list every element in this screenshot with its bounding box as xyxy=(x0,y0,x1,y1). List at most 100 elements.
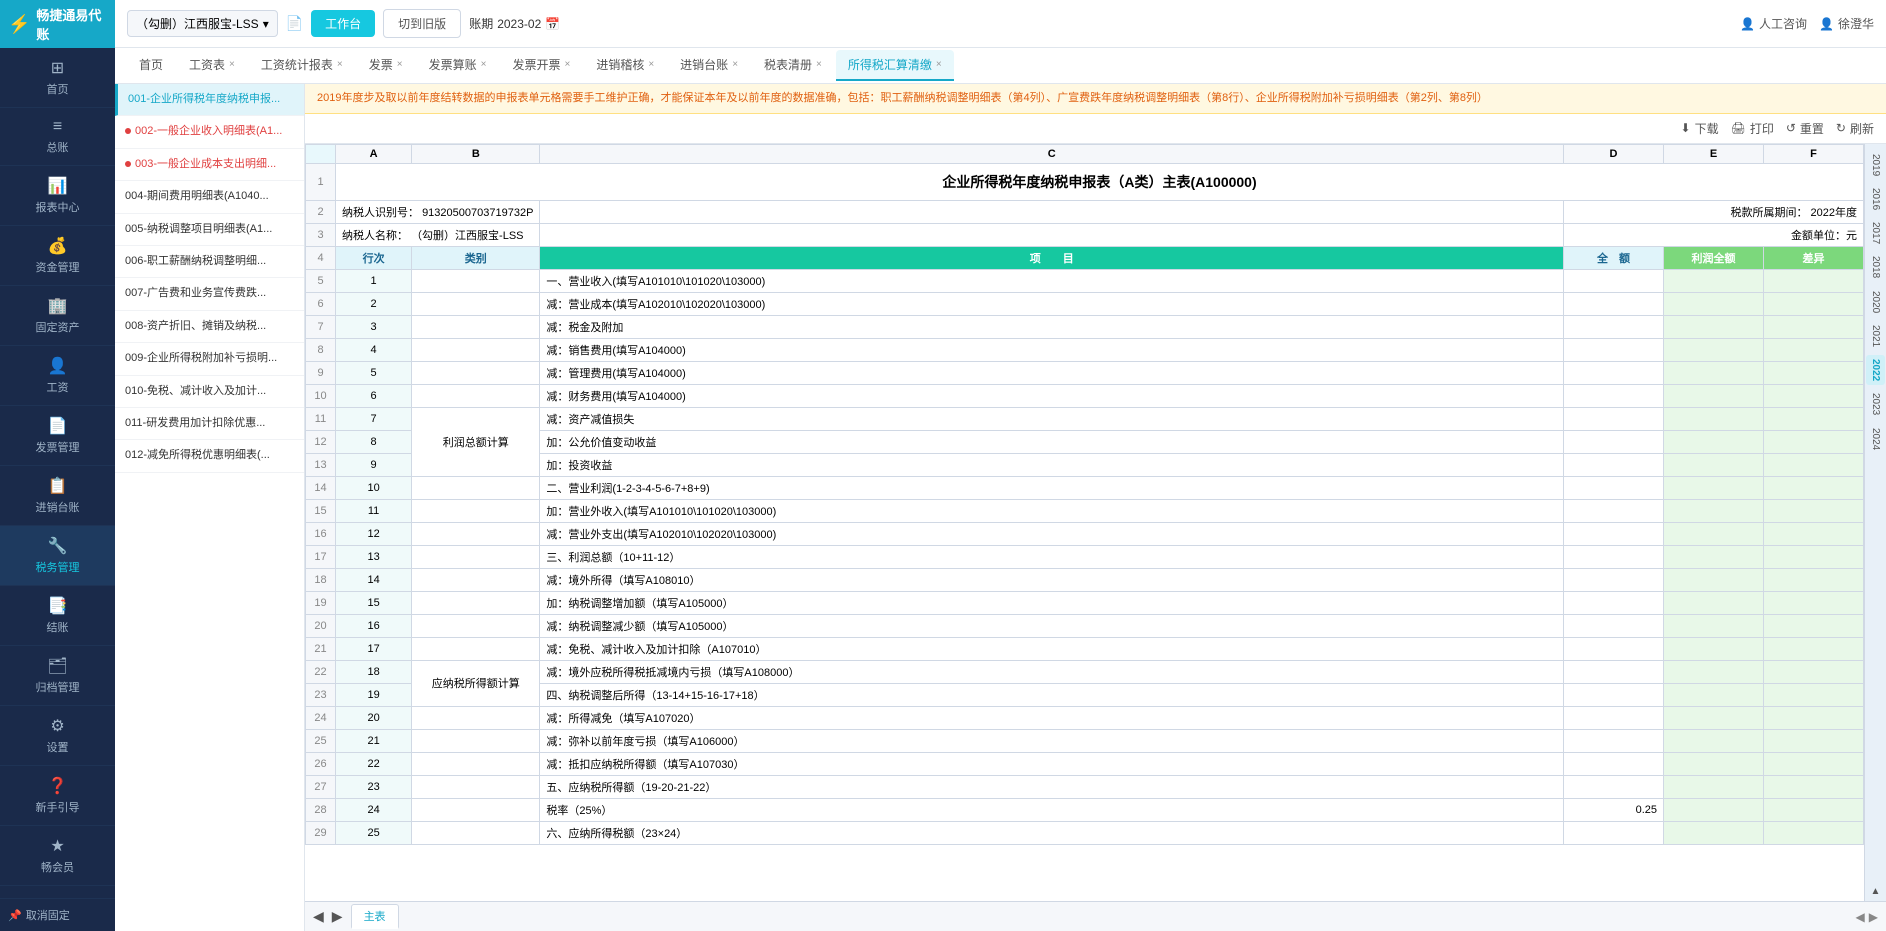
period-value-cell: 税款所属期间： 2022年度 xyxy=(1564,200,1864,223)
sheet-scroll-nav: ◀ ▶ xyxy=(1856,910,1878,924)
sidebar-pin-btn[interactable]: 📌 取消固定 xyxy=(0,898,115,931)
left-item-008[interactable]: 008-资产折旧、摊销及纳税... xyxy=(115,311,304,343)
left-item-005[interactable]: 005-纳税调整项目明细表(A1... xyxy=(115,214,304,246)
tab-invoice[interactable]: 发票× xyxy=(357,50,415,81)
sidebar-item-member[interactable]: ★ 畅会员 xyxy=(0,826,115,886)
sidebar-item-guide[interactable]: ❓ 新手引导 xyxy=(0,766,115,826)
app-logo: ⚡ 畅捷通易代账 xyxy=(0,0,115,48)
left-item-002[interactable]: 002-一般企业收入明细表(A1... xyxy=(115,116,304,148)
sidebar-item-close[interactable]: 📑 结账 xyxy=(0,586,115,646)
tab-ledger-close[interactable]: × xyxy=(732,59,738,70)
tab-income-tax[interactable]: 所得税汇算清缴 × xyxy=(836,50,954,81)
company-selector[interactable]: （勾删）江西服宝-LSS ▾ xyxy=(127,10,278,37)
tab-home[interactable]: 首页 xyxy=(127,50,175,81)
tab-invoice-open[interactable]: 发票开票× xyxy=(500,50,582,81)
tab-tax-list[interactable]: 税表清册× xyxy=(752,50,834,81)
user-profile-btn[interactable]: 👤 徐澄华 xyxy=(1819,15,1874,32)
refresh-btn[interactable]: ↻ 刷新 xyxy=(1836,120,1874,137)
tab-audit[interactable]: 进销稽核× xyxy=(584,50,666,81)
sidebar-item-home[interactable]: ⊞ 首页 xyxy=(0,48,115,108)
col-chay-header: 差异 xyxy=(1764,246,1864,269)
ledger-icon: ≡ xyxy=(53,118,62,136)
sidebar-item-assets[interactable]: 🏢 固定资产 xyxy=(0,286,115,346)
download-btn[interactable]: ⬇ 下载 xyxy=(1681,120,1719,137)
scroll-right-icon[interactable]: ▶ xyxy=(1869,910,1878,924)
table-row: 10 6 减：财务费用(填写A104000) xyxy=(306,384,1864,407)
workbench-button[interactable]: 工作台 xyxy=(311,10,375,37)
print-btn[interactable]: 🖨 打印 xyxy=(1731,120,1774,137)
company-name: （勾删）江西服宝-LSS xyxy=(136,15,259,32)
tab-payroll-stats[interactable]: 工资统计报表 × xyxy=(249,50,355,81)
sheet-nav-prev[interactable]: ◀ xyxy=(313,908,324,925)
left-item-004[interactable]: 004-期间费用明细表(A1040... xyxy=(115,181,304,213)
sheet-nav-next[interactable]: ▶ xyxy=(332,908,343,925)
period-label: 账期 2023-02 📅 xyxy=(469,15,560,32)
tab-label: 所得税汇算清缴 xyxy=(848,56,932,73)
tab-invoice-close[interactable]: × xyxy=(397,59,403,70)
main-content: 2019年度步及取以前年度结转数据的申报表单元格需要手工维护正确，才能保证本年及… xyxy=(305,84,1886,931)
tab-audit-close[interactable]: × xyxy=(648,59,654,70)
sidebar-item-settings[interactable]: ⚙ 设置 xyxy=(0,706,115,766)
left-item-007[interactable]: 007-广告费和业务宣传费跌... xyxy=(115,278,304,310)
sidebar-item-payroll[interactable]: 👤 工资 xyxy=(0,346,115,406)
tab-income-tax-close[interactable]: × xyxy=(936,59,942,70)
table-row: 28 24 税率（25%） 0.25 xyxy=(306,798,1864,821)
sidebar-item-ledger[interactable]: ≡ 总账 xyxy=(0,108,115,166)
scroll-left-icon[interactable]: ◀ xyxy=(1856,910,1865,924)
sidebar-item-purchases[interactable]: 📋 进销台账 xyxy=(0,466,115,526)
table-row: 27 23 五、应纳税所得额（19-20-21-22） xyxy=(306,775,1864,798)
ai-consult-btn[interactable]: 👤 人工咨询 xyxy=(1740,15,1807,32)
sidebar-item-tax[interactable]: 🔧 税务管理 xyxy=(0,526,115,586)
table-row: 1 企业所得税年度纳税申报表（A类）主表(A100000) xyxy=(306,163,1864,200)
table-row: 5 1 一、营业收入(填写A101010\101020\103000) xyxy=(306,269,1864,292)
sheet-tab-main[interactable]: 主表 xyxy=(351,904,399,929)
year-2018[interactable]: 2018 xyxy=(1868,252,1883,282)
funds-icon: 💰 xyxy=(48,236,68,256)
tab-ledger[interactable]: 进销台账× xyxy=(668,50,750,81)
invoice-icon: 📄 xyxy=(48,416,68,436)
sidebar-item-label: 结账 xyxy=(47,619,69,635)
empty-cell xyxy=(540,223,1564,246)
left-item-006[interactable]: 006-职工薪酬纳税调整明细... xyxy=(115,246,304,278)
table-row: 24 20 减：所得减免（填写A107020） xyxy=(306,706,1864,729)
sidebar-item-archive[interactable]: 🗂 归档管理 xyxy=(0,646,115,706)
period-value: 2023-02 xyxy=(497,17,541,31)
switch-old-button[interactable]: 切到旧版 xyxy=(383,9,461,38)
leibie-lirun: 利润总额计算 xyxy=(412,407,540,476)
year-2016[interactable]: 2016 xyxy=(1868,184,1883,214)
reset-btn[interactable]: ↺ 重置 xyxy=(1786,120,1824,137)
year-2019[interactable]: 2019 xyxy=(1868,150,1883,180)
currency-cell: 金额单位：元 xyxy=(1564,223,1864,246)
right-nav-arrow-up[interactable]: ▲ xyxy=(1871,886,1881,897)
sidebar-item-invoice[interactable]: 📄 发票管理 xyxy=(0,406,115,466)
sidebar-item-funds[interactable]: 💰 资金管理 xyxy=(0,226,115,286)
tab-invoice-open-close[interactable]: × xyxy=(564,59,570,70)
table-row: 8 4 减：销售费用(填写A104000) xyxy=(306,338,1864,361)
logo-text: 畅捷通易代账 xyxy=(36,5,107,43)
chevron-down-icon: ▾ xyxy=(263,17,269,31)
left-item-012[interactable]: 012-减免所得税优惠明细表(... xyxy=(115,440,304,472)
sidebar-item-reports[interactable]: 📊 报表中心 xyxy=(0,166,115,226)
col-xuhao-header: 行次 xyxy=(336,246,412,269)
year-2017[interactable]: 2017 xyxy=(1868,218,1883,248)
year-2023[interactable]: 2023 xyxy=(1868,389,1883,419)
year-2022[interactable]: 2022 xyxy=(1866,355,1885,385)
left-item-001[interactable]: 001-企业所得税年度纳税申报... xyxy=(115,84,304,116)
tab-tax-list-close[interactable]: × xyxy=(816,59,822,70)
left-item-010[interactable]: 010-免税、减计收入及加计... xyxy=(115,376,304,408)
period-cell xyxy=(540,200,1564,223)
year-2024[interactable]: 2024 xyxy=(1868,424,1883,454)
pin-icon: 📌 xyxy=(8,909,22,922)
left-item-011[interactable]: 011-研发费用加计扣除优惠... xyxy=(115,408,304,440)
tab-payroll-stats-close[interactable]: × xyxy=(337,59,343,70)
tab-invoice-calc[interactable]: 发票算账× xyxy=(417,50,499,81)
table-row: 20 16 减：纳税调整减少额（填写A105000） xyxy=(306,614,1864,637)
tab-payroll-close[interactable]: × xyxy=(229,59,235,70)
year-2020[interactable]: 2020 xyxy=(1868,287,1883,317)
tab-payroll[interactable]: 工资表× xyxy=(177,50,247,81)
left-item-003[interactable]: 003-一般企业成本支出明细... xyxy=(115,149,304,181)
left-item-009[interactable]: 009-企业所得税附加补亏损明... xyxy=(115,343,304,375)
tab-label: 工资统计报表 xyxy=(261,56,333,73)
year-2021[interactable]: 2021 xyxy=(1868,321,1883,351)
tab-invoice-calc-close[interactable]: × xyxy=(481,59,487,70)
